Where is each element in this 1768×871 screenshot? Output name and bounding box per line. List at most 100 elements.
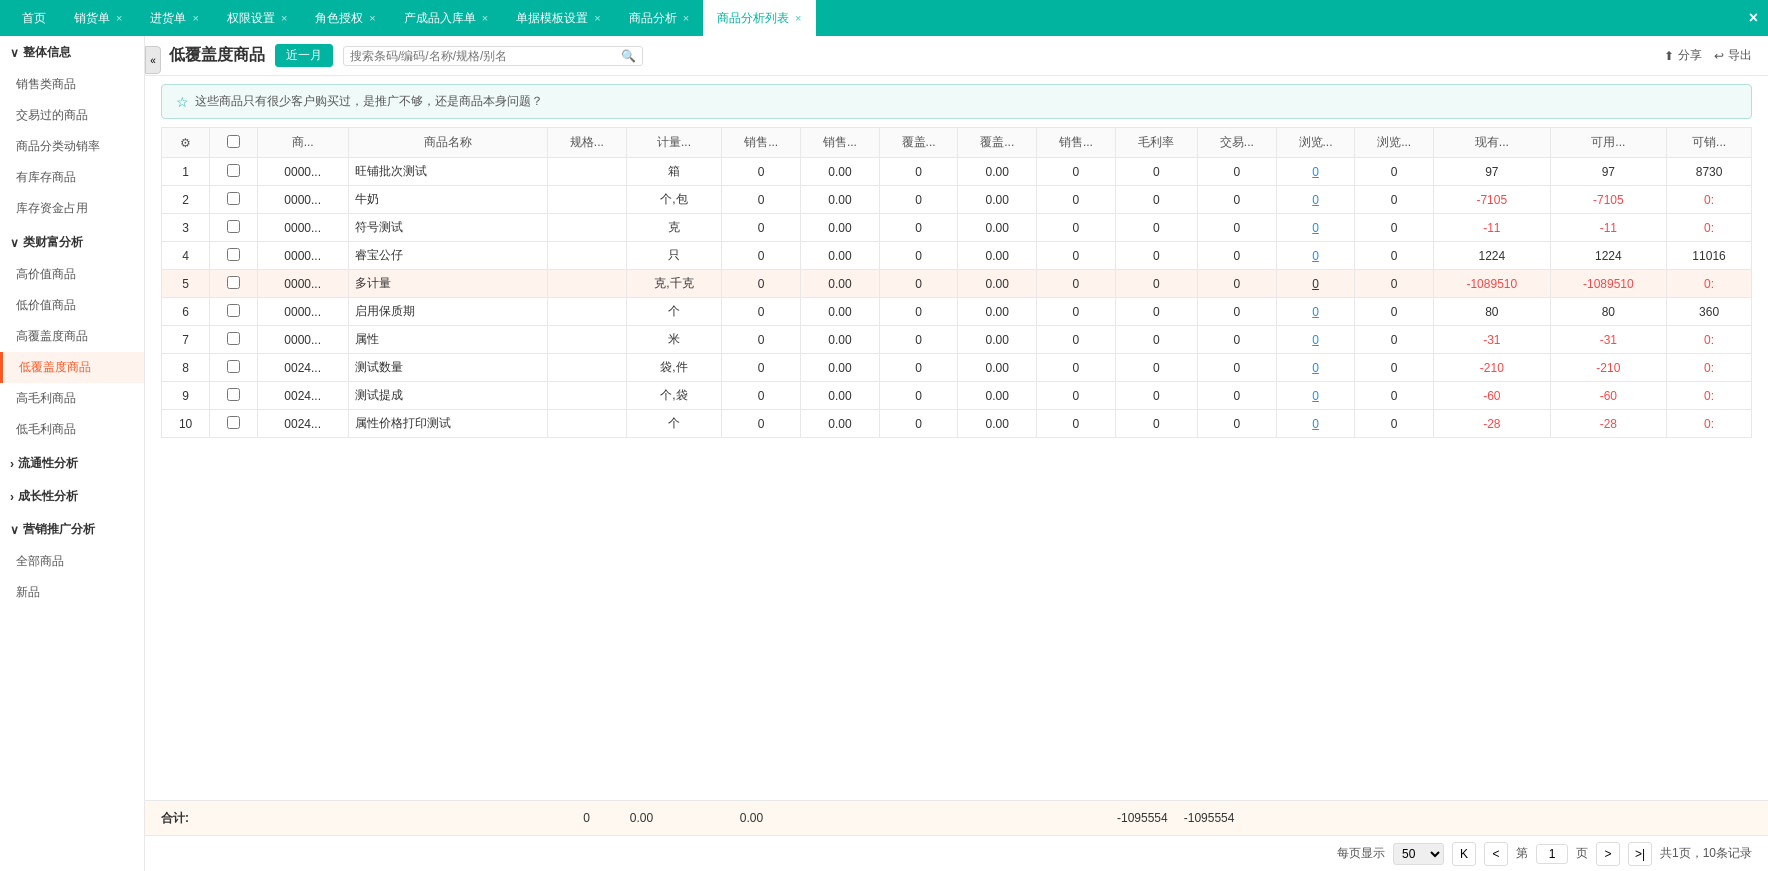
- sidebar-section-growth[interactable]: › 成长性分析: [0, 480, 144, 513]
- row-cover2: 0.00: [958, 326, 1037, 354]
- row-stock1: -210: [1434, 354, 1551, 382]
- row-browse1[interactable]: 0: [1276, 270, 1355, 298]
- sidebar-item-new-products[interactable]: 新品: [0, 577, 144, 608]
- toggle-icon: ∨: [10, 236, 19, 250]
- per-page-select[interactable]: 50 20 100 200: [1393, 843, 1444, 865]
- toggle-icon: ›: [10, 490, 14, 504]
- row-checkbox[interactable]: [210, 326, 258, 354]
- sidebar-item-sales-products[interactable]: 销售类商品: [0, 69, 144, 100]
- row-checkbox[interactable]: [210, 186, 258, 214]
- row-browse2: 0: [1355, 382, 1434, 410]
- row-checkbox[interactable]: [210, 158, 258, 186]
- close-icon[interactable]: ×: [281, 12, 287, 24]
- row-browse1[interactable]: 0: [1276, 410, 1355, 438]
- export-button[interactable]: ↩ 导出: [1714, 47, 1752, 64]
- sidebar-item-low-profit[interactable]: 低毛利商品: [0, 414, 144, 445]
- row-browse1[interactable]: 0: [1276, 382, 1355, 410]
- select-all-checkbox[interactable]: [227, 135, 240, 148]
- sidebar-section-overall[interactable]: ∨ 整体信息: [0, 36, 144, 69]
- row-stock2: 80: [1550, 298, 1667, 326]
- nav-tab-purchase[interactable]: 进货单 ×: [136, 0, 212, 36]
- row-cover1: 0: [879, 242, 958, 270]
- row-sales3: 0: [1037, 326, 1116, 354]
- collapse-sidebar-button[interactable]: «: [145, 46, 161, 74]
- share-button[interactable]: ⬆ 分享: [1664, 47, 1702, 64]
- close-icon[interactable]: ×: [192, 12, 198, 24]
- close-icon[interactable]: ×: [795, 12, 801, 24]
- row-browse1[interactable]: 0: [1276, 186, 1355, 214]
- col-settings-header[interactable]: ⚙: [162, 128, 210, 158]
- row-checkbox[interactable]: [210, 382, 258, 410]
- close-icon[interactable]: ×: [594, 12, 600, 24]
- row-num: 8: [162, 354, 210, 382]
- sidebar-item-stocked-products[interactable]: 有库存商品: [0, 162, 144, 193]
- row-stock2: -7105: [1550, 186, 1667, 214]
- row-spec: [547, 242, 626, 270]
- close-all-button[interactable]: ×: [1749, 9, 1758, 27]
- col-checkbox-header[interactable]: [210, 128, 258, 158]
- sidebar-item-low-value[interactable]: 低价值商品: [0, 290, 144, 321]
- page-number-input[interactable]: [1536, 844, 1568, 864]
- row-cover2: 0.00: [958, 158, 1037, 186]
- row-browse1[interactable]: 0: [1276, 298, 1355, 326]
- sidebar-item-high-value[interactable]: 高价值商品: [0, 259, 144, 290]
- sidebar-item-high-coverage[interactable]: 高覆盖度商品: [0, 321, 144, 352]
- toggle-icon: ›: [10, 457, 14, 471]
- row-stock2: -1089510: [1550, 270, 1667, 298]
- row-checkbox[interactable]: [210, 410, 258, 438]
- row-stock1: -31: [1434, 326, 1551, 354]
- last-page-button[interactable]: >|: [1628, 842, 1652, 866]
- row-gross: 0: [1115, 214, 1197, 242]
- sidebar-item-low-coverage[interactable]: 低覆盖度商品: [0, 352, 144, 383]
- row-stock1: 80: [1434, 298, 1551, 326]
- settings-icon[interactable]: ⚙: [180, 136, 191, 150]
- sidebar-item-high-profit[interactable]: 高毛利商品: [0, 383, 144, 414]
- table-row: 4 0000... 睿宝公仔 只 0 0.00 0 0.00 0 0 0 0 0…: [162, 242, 1752, 270]
- row-browse1[interactable]: 0: [1276, 214, 1355, 242]
- row-checkbox[interactable]: [210, 214, 258, 242]
- nav-tab-product-entry[interactable]: 产成品入库单 ×: [390, 0, 502, 36]
- row-code: 0024...: [257, 410, 348, 438]
- close-icon[interactable]: ×: [116, 12, 122, 24]
- sidebar-section-marketing[interactable]: ∨ 营销推广分析: [0, 513, 144, 546]
- sidebar-item-stock-capital[interactable]: 库存资金占用: [0, 193, 144, 224]
- row-checkbox[interactable]: [210, 298, 258, 326]
- sidebar-section-wealth[interactable]: ∨ 类财富分析: [0, 226, 144, 259]
- row-browse1[interactable]: 0: [1276, 242, 1355, 270]
- row-checkbox[interactable]: [210, 242, 258, 270]
- row-sales1: 0: [722, 242, 801, 270]
- close-icon[interactable]: ×: [482, 12, 488, 24]
- sidebar-item-category-rate[interactable]: 商品分类动销率: [0, 131, 144, 162]
- row-gross: 0: [1115, 382, 1197, 410]
- nav-tab-sales[interactable]: 销货单 ×: [60, 0, 136, 36]
- nav-tab-product-analysis[interactable]: 商品分析 ×: [615, 0, 703, 36]
- close-icon[interactable]: ×: [369, 12, 375, 24]
- sidebar-item-traded-products[interactable]: 交易过的商品: [0, 100, 144, 131]
- row-browse1[interactable]: 0: [1276, 354, 1355, 382]
- nav-tab-template[interactable]: 单据模板设置 ×: [502, 0, 614, 36]
- row-browse1[interactable]: 0: [1276, 326, 1355, 354]
- first-page-button[interactable]: K: [1452, 842, 1476, 866]
- row-sales3: 0: [1037, 214, 1116, 242]
- row-sales2: 0.00: [801, 242, 880, 270]
- row-browse1[interactable]: 0: [1276, 158, 1355, 186]
- row-trade: 0: [1198, 354, 1277, 382]
- row-checkbox[interactable]: [210, 354, 258, 382]
- close-icon[interactable]: ×: [683, 12, 689, 24]
- search-input[interactable]: [350, 49, 621, 63]
- nav-tab-role[interactable]: 角色授权 ×: [301, 0, 389, 36]
- nav-tab-permissions[interactable]: 权限设置 ×: [213, 0, 301, 36]
- row-sales2: 0.00: [801, 186, 880, 214]
- next-page-button[interactable]: >: [1596, 842, 1620, 866]
- sidebar-section-circulation[interactable]: › 流通性分析: [0, 447, 144, 480]
- row-stock3: 0:: [1667, 382, 1752, 410]
- nav-tab-home[interactable]: 首页: [8, 0, 60, 36]
- sidebar-item-all-products[interactable]: 全部商品: [0, 546, 144, 577]
- search-icon[interactable]: 🔍: [621, 49, 636, 63]
- period-filter-button[interactable]: 近一月: [275, 44, 333, 67]
- col-cover2-header: 覆盖...: [958, 128, 1037, 158]
- prev-page-button[interactable]: <: [1484, 842, 1508, 866]
- row-name: 牛奶: [348, 186, 547, 214]
- row-checkbox[interactable]: [210, 270, 258, 298]
- nav-tab-product-analysis-list[interactable]: 商品分析列表 ×: [703, 0, 815, 36]
